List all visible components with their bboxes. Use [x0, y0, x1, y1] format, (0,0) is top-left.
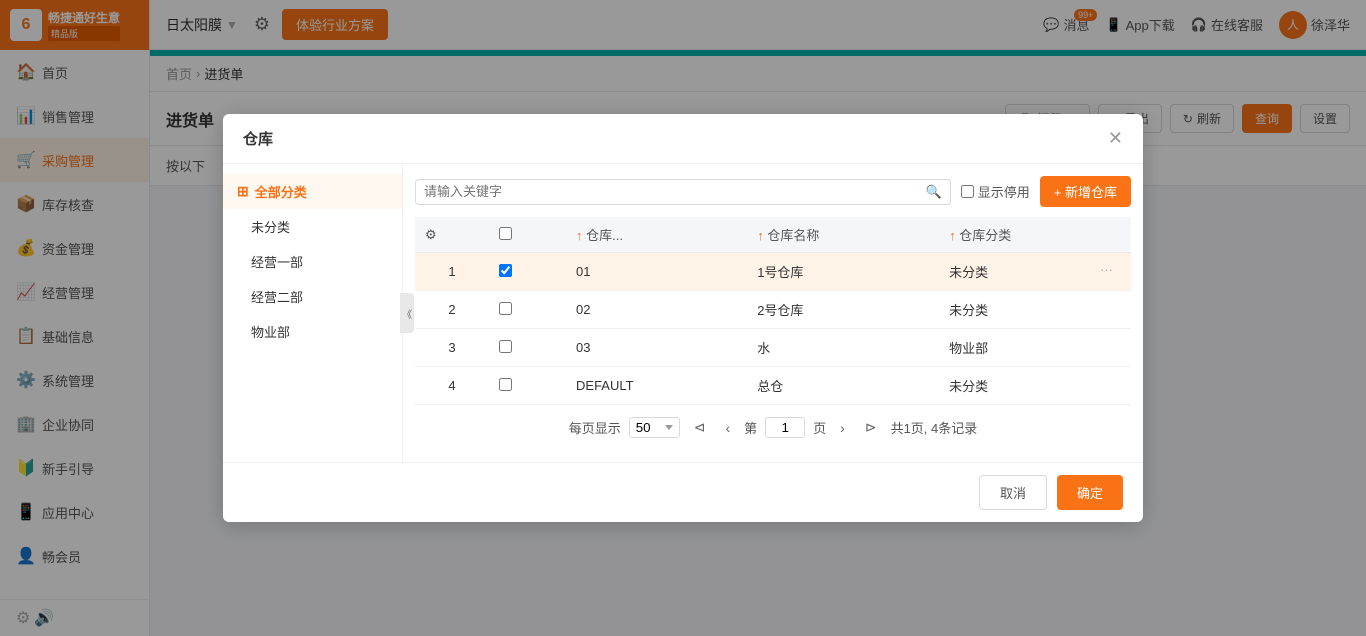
table-wrapper: ⚙ ↑ 仓库... ↑: [415, 217, 1131, 405]
page-number-input[interactable]: [765, 417, 805, 438]
cancel-btn[interactable]: 取消: [979, 475, 1047, 510]
cat-all-item[interactable]: ⊞ 全部分类: [223, 174, 402, 209]
row-num: 2: [415, 291, 489, 329]
row-checkbox[interactable]: [489, 367, 566, 405]
gear-col-icon: ⚙: [425, 227, 437, 242]
new-warehouse-btn[interactable]: + 新增仓库: [1040, 176, 1131, 207]
row-num: 1: [415, 253, 489, 291]
col-gear: ⚙: [415, 217, 489, 253]
warehouse-table: ⚙ ↑ 仓库... ↑: [415, 217, 1131, 405]
table-row: 2 02 2号仓库 未分类: [415, 291, 1131, 329]
col-code: ↑ 仓库...: [566, 217, 747, 253]
col-checkbox: [489, 217, 566, 253]
dialog-close-btn[interactable]: ✕: [1108, 128, 1123, 149]
row-code: 02: [566, 291, 747, 329]
table-body: 1 01 1号仓库 未分类··· 2 02 2号仓库 未分类 3 03 水 物业…: [415, 253, 1131, 405]
row-code: DEFAULT: [566, 367, 747, 405]
col-name: ↑ 仓库名称: [747, 217, 939, 253]
table-row: 4 DEFAULT 总仓 未分类: [415, 367, 1131, 405]
row-category: 未分类: [939, 291, 1131, 329]
cat-item-operation2[interactable]: 经营二部: [223, 279, 402, 314]
row-name: 2号仓库: [747, 291, 939, 329]
cat-item-operation1[interactable]: 经营一部: [223, 244, 402, 279]
table-row: 1 01 1号仓库 未分类···: [415, 253, 1131, 291]
row-code: 01: [566, 253, 747, 291]
table-area: 🔍 显示停用 + 新增仓库 ⚙: [403, 164, 1143, 462]
show-disabled-label[interactable]: 显示停用: [961, 182, 1030, 201]
row-name: 1号仓库: [747, 253, 939, 291]
search-box: 🔍: [415, 179, 951, 205]
dialog-title: 仓库: [243, 128, 273, 149]
prev-page-btn[interactable]: ‹: [719, 418, 736, 438]
warehouse-dialog: 仓库 ✕ ⊞ 全部分类 未分类 经营一部 经营二部: [223, 114, 1143, 522]
col-category: ↑ 仓库分类: [939, 217, 1131, 253]
search-icon: 🔍: [926, 184, 942, 200]
grid-icon: ⊞: [237, 183, 249, 200]
row-name: 总仓: [747, 367, 939, 405]
last-page-btn[interactable]: ⊳: [859, 417, 883, 438]
cat-item-unclassified[interactable]: 未分类: [223, 209, 402, 244]
more-btn[interactable]: ···: [1100, 262, 1113, 277]
category-sidebar: ⊞ 全部分类 未分类 经营一部 经营二部 物业部 《: [223, 164, 403, 462]
first-page-btn[interactable]: ⊲: [688, 417, 712, 438]
search-input[interactable]: [424, 184, 920, 199]
table-row: 3 03 水 物业部: [415, 329, 1131, 367]
row-checkbox[interactable]: [489, 291, 566, 329]
pagination: 每页显示 50 100 ⊲ ‹ 第 页 › ⊳ 共1页, 4条记录: [415, 405, 1131, 450]
row-name: 水: [747, 329, 939, 367]
cat-collapse-btn[interactable]: 《: [400, 293, 414, 333]
row-num: 3: [415, 329, 489, 367]
confirm-btn[interactable]: 确定: [1057, 475, 1123, 510]
row-category: 未分类: [939, 367, 1131, 405]
dialog-overlay: 仓库 ✕ ⊞ 全部分类 未分类 经营一部 经营二部: [0, 0, 1366, 636]
show-disabled-checkbox[interactable]: [961, 185, 974, 198]
dialog-body: ⊞ 全部分类 未分类 经营一部 经营二部 物业部 《: [223, 164, 1143, 462]
next-page-btn[interactable]: ›: [834, 418, 851, 438]
row-checkbox[interactable]: [489, 329, 566, 367]
row-num: 4: [415, 367, 489, 405]
dialog-header: 仓库 ✕: [223, 114, 1143, 164]
cat-item-property[interactable]: 物业部: [223, 314, 402, 349]
table-head: ⚙ ↑ 仓库... ↑: [415, 217, 1131, 253]
dialog-footer: 取消 确定: [223, 462, 1143, 522]
select-all-checkbox[interactable]: [499, 227, 512, 240]
row-category: 物业部: [939, 329, 1131, 367]
per-page-select[interactable]: 50 100: [629, 417, 680, 438]
row-category: 未分类···: [939, 253, 1131, 291]
row-checkbox[interactable]: [489, 253, 566, 291]
table-toolbar: 🔍 显示停用 + 新增仓库: [415, 176, 1131, 207]
row-code: 03: [566, 329, 747, 367]
